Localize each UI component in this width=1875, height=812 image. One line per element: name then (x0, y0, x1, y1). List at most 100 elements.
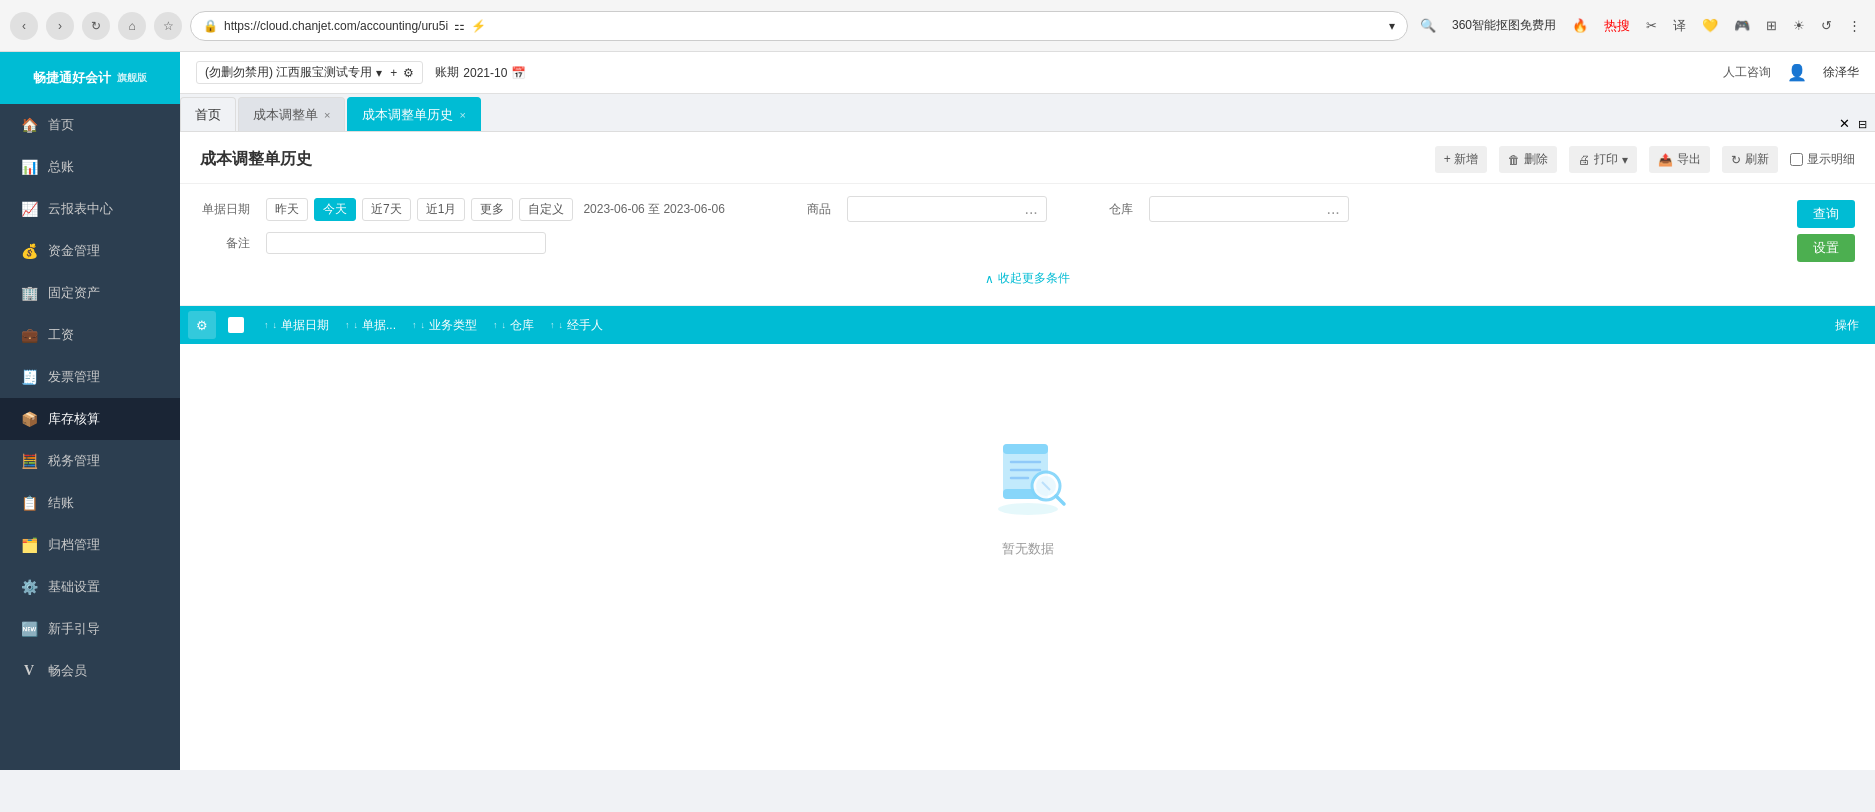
sidebar-item-archive[interactable]: 🗂️ 归档管理 (0, 524, 180, 566)
tab-list-btn[interactable]: ⊟ (1858, 118, 1875, 131)
sidebar-label-ledger: 总账 (48, 158, 74, 176)
main-layout: 畅捷通好会计 旗舰版 🏠 首页 📊 总账 📈 云报表中心 💰 资金管理 🏢 固定… (0, 52, 1875, 770)
user-name[interactable]: 徐泽华 (1823, 64, 1859, 81)
delete-button[interactable]: 🗑 删除 (1499, 146, 1557, 173)
sidebar-item-closing[interactable]: 📋 结账 (0, 482, 180, 524)
date-custom-btn[interactable]: 自定义 (519, 198, 573, 221)
more-icon[interactable]: ⋮ (1844, 16, 1865, 35)
sidebar-item-funds[interactable]: 💰 资金管理 (0, 230, 180, 272)
sidebar-item-salary[interactable]: 💼 工资 (0, 314, 180, 356)
tab-cost-adjust-history[interactable]: 成本调整单历史 × (347, 97, 480, 131)
forward-button[interactable]: › (46, 12, 74, 40)
sidebar-item-invoice[interactable]: 🧾 发票管理 (0, 356, 180, 398)
close-all-tabs[interactable]: ✕ (1839, 116, 1858, 131)
page-title: 成本调整单历史 (200, 149, 312, 170)
display-checkbox[interactable] (1790, 153, 1803, 166)
date-filter-options: 昨天 今天 近7天 近1月 更多 自定义 2023-06-06 至 2023-0… (266, 198, 725, 221)
col-handler[interactable]: ↑ ↓ 经手人 (542, 317, 611, 334)
tab-home[interactable]: 首页 (180, 97, 236, 131)
col-warehouse[interactable]: ↑ ↓ 仓库 (485, 317, 542, 334)
refresh-button[interactable]: ↻ (82, 12, 110, 40)
browser-chrome: ‹ › ↻ ⌂ ☆ 🔒 https://cloud.chanjet.com/ac… (0, 0, 1875, 52)
col-docnum[interactable]: ↑ ↓ 单据... (337, 317, 404, 334)
tab-cost-adjust[interactable]: 成本调整单 × (238, 97, 345, 131)
export-icon: 📤 (1658, 153, 1673, 167)
col-warehouse-sort-up: ↑ (493, 320, 498, 330)
user-avatar-icon: 👤 (1787, 63, 1807, 82)
add-company-btn[interactable]: + (390, 66, 397, 80)
star-button[interactable]: ☆ (154, 12, 182, 40)
tab-cost-adjust-history-close[interactable]: × (459, 109, 465, 121)
svg-rect-2 (1003, 444, 1048, 454)
sidebar-item-settings[interactable]: ⚙️ 基础设置 (0, 566, 180, 608)
home-button[interactable]: ⌂ (118, 12, 146, 40)
grid-icon[interactable]: ⊞ (1762, 16, 1781, 35)
search-text[interactable]: 360智能抠图免费用 (1448, 15, 1560, 36)
col-handler-sort-down: ↓ (559, 320, 564, 330)
collapse-btn[interactable]: ∧ 收起更多条件 (200, 264, 1855, 293)
date-more-btn[interactable]: 更多 (471, 198, 513, 221)
sidebar-label-settings: 基础设置 (48, 578, 100, 596)
warehouse-filter-label: 仓库 (1083, 201, 1133, 218)
scissors-icon[interactable]: ✂ (1642, 16, 1661, 35)
refresh-button[interactable]: ↻ 刷新 (1722, 146, 1778, 173)
add-button[interactable]: + 新增 (1435, 146, 1487, 173)
select-all-checkbox[interactable] (228, 317, 244, 333)
sidebar-item-guide[interactable]: 🆕 新手引导 (0, 608, 180, 650)
print-button[interactable]: 🖨 打印 ▾ (1569, 146, 1637, 173)
sidebar-label-inventory: 库存核算 (48, 410, 100, 428)
back-button[interactable]: ‹ (10, 12, 38, 40)
warehouse-dots[interactable]: ... (1326, 200, 1339, 218)
remark-input[interactable] (266, 232, 546, 254)
archive-icon: 🗂️ (20, 537, 38, 553)
wallet-icon[interactable]: 💛 (1698, 16, 1722, 35)
sidebar-item-tax[interactable]: 🧮 税务管理 (0, 440, 180, 482)
sidebar-item-home[interactable]: 🏠 首页 (0, 104, 180, 146)
date-range-display: 2023-06-06 至 2023-06-06 (583, 201, 724, 218)
print-dropdown-icon: ▾ (1622, 153, 1628, 167)
translate-icon[interactable]: 译 (1669, 15, 1690, 37)
goods-dots[interactable]: ... (1024, 200, 1037, 218)
query-buttons: 查询 设置 (1797, 200, 1855, 264)
export-button[interactable]: 📤 导出 (1649, 146, 1710, 173)
sidebar-label-salary: 工资 (48, 326, 74, 344)
filter-main-row: 单据日期 昨天 今天 近7天 近1月 更多 自定义 2023-06-06 至 2… (200, 196, 1855, 264)
address-bar[interactable]: 🔒 https://cloud.chanjet.com/accounting/u… (190, 11, 1408, 41)
sidebar-label-reports: 云报表中心 (48, 200, 113, 218)
sidebar-item-assets[interactable]: 🏢 固定资产 (0, 272, 180, 314)
date-7days-btn[interactable]: 近7天 (362, 198, 411, 221)
tab-bar: 首页 成本调整单 × 成本调整单历史 × ✕ ⊟ (180, 94, 1875, 132)
sidebar-item-ledger[interactable]: 📊 总账 (0, 146, 180, 188)
filter-area: 单据日期 昨天 今天 近7天 近1月 更多 自定义 2023-06-06 至 2… (180, 184, 1875, 306)
empty-text: 暂无数据 (1002, 540, 1054, 558)
calendar-icon[interactable]: 📅 (511, 66, 526, 80)
warehouse-select[interactable]: ... (1149, 196, 1349, 222)
query-settings-btn[interactable]: 设置 (1797, 234, 1855, 262)
brightness-icon[interactable]: ☀ (1789, 16, 1809, 35)
date-yesterday-btn[interactable]: 昨天 (266, 198, 308, 221)
closing-icon: 📋 (20, 495, 38, 511)
sidebar-label-guide: 新手引导 (48, 620, 100, 638)
col-docnum-sort-up: ↑ (345, 320, 350, 330)
sidebar-item-inventory[interactable]: 📦 库存核算 (0, 398, 180, 440)
table-settings-icon[interactable]: ⚙ (188, 311, 216, 339)
goods-select[interactable]: ... (847, 196, 1047, 222)
col-warehouse-sort-down: ↓ (502, 320, 507, 330)
game-icon[interactable]: 🎮 (1730, 16, 1754, 35)
home-icon: 🏠 (20, 117, 38, 133)
col-date[interactable]: ↑ ↓ 单据日期 (256, 317, 337, 334)
col-biztype[interactable]: ↑ ↓ 业务类型 (404, 317, 485, 334)
company-selector[interactable]: (勿删勿禁用) 江西服宝测试专用 ▾ + ⚙ (196, 61, 423, 84)
sidebar-item-reports[interactable]: 📈 云报表中心 (0, 188, 180, 230)
search-icon[interactable]: 🔍 (1416, 16, 1440, 35)
date-today-btn[interactable]: 今天 (314, 198, 356, 221)
date-1month-btn[interactable]: 近1月 (417, 198, 466, 221)
service-btn[interactable]: 人工咨询 (1723, 64, 1771, 81)
settings-company-icon[interactable]: ⚙ (403, 66, 414, 80)
display-toggle[interactable]: 显示明细 (1790, 151, 1855, 168)
query-search-btn[interactable]: 查询 (1797, 200, 1855, 228)
tab-cost-adjust-close[interactable]: × (324, 109, 330, 121)
sidebar-item-vip[interactable]: V 畅会员 (0, 650, 180, 692)
svg-point-0 (998, 503, 1058, 515)
history-icon[interactable]: ↺ (1817, 16, 1836, 35)
